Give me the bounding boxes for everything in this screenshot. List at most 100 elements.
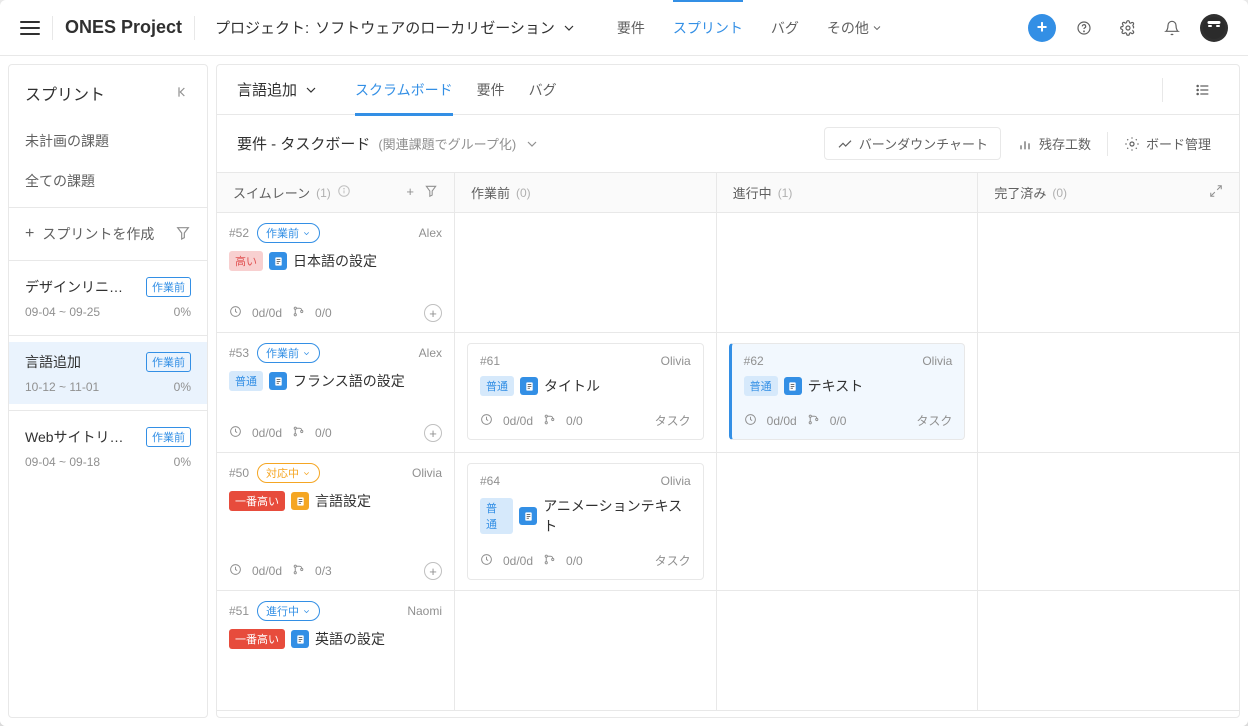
create-button[interactable]: + <box>1028 14 1056 42</box>
task-card[interactable]: #64Olivia 普通 アニメーションテキスト 0d/0d 0/0 タスク <box>467 463 704 580</box>
priority-badge: 一番高い <box>229 629 285 649</box>
bell-icon[interactable] <box>1156 12 1188 44</box>
sprint-progress: 0% <box>174 455 191 469</box>
board-settings-button[interactable]: ボード管理 <box>1116 128 1219 159</box>
lane-assignee: Alex <box>419 346 442 360</box>
lane-assignee: Alex <box>419 226 442 240</box>
card-assignee: Olivia <box>661 474 691 488</box>
status-pill[interactable]: 対応中 <box>257 463 320 483</box>
col-count: (1) <box>778 186 793 200</box>
sprint-progress: 0% <box>174 305 191 319</box>
gear-icon[interactable] <box>1112 12 1144 44</box>
card-title: タイトル <box>544 376 600 396</box>
nav-tab[interactable]: その他 <box>827 0 883 56</box>
priority-badge: 一番高い <box>229 491 285 511</box>
sprint-selector[interactable]: 言語追加 <box>237 79 319 100</box>
sidebar-item-all[interactable]: 全ての課題 <box>9 161 207 201</box>
add-card-button[interactable]: + <box>424 424 442 442</box>
card-type: タスク <box>916 412 952 429</box>
lane-id: #53 <box>229 346 249 360</box>
task-type-icon <box>519 507 537 525</box>
add-card-button[interactable]: + <box>424 304 442 322</box>
nav-tab[interactable]: 要件 <box>617 0 645 56</box>
lane-cell-done[interactable] <box>978 453 1239 590</box>
clock-icon <box>480 553 493 569</box>
lane-cell-inprogress[interactable] <box>717 453 979 590</box>
sprint-status: 作業前 <box>146 277 191 297</box>
lane-header[interactable]: #52 作業前 Alex 高い 日本語の設定 0d/0d 0/0 + <box>217 213 455 332</box>
col-label: 完了済み <box>994 183 1046 202</box>
chevron-down-icon[interactable] <box>524 136 540 152</box>
expand-icon[interactable] <box>1209 184 1223 201</box>
lane-cell-todo[interactable] <box>455 591 717 710</box>
divider <box>194 16 195 40</box>
sprint-card[interactable]: デザインリニュ… 作業前 09-04 ~ 09-25 0% <box>9 267 207 329</box>
sprint-selector-label: 言語追加 <box>237 79 297 100</box>
priority-badge: 高い <box>229 251 263 271</box>
bar-chart-icon <box>1017 136 1033 152</box>
branch-icon <box>543 553 556 569</box>
card-type: タスク <box>655 552 691 569</box>
help-icon[interactable] <box>1068 12 1100 44</box>
clock-icon <box>229 563 242 579</box>
sprint-card[interactable]: 言語追加 作業前 10-12 ~ 11-01 0% <box>9 342 207 404</box>
task-card[interactable]: #61Olivia 普通 タイトル 0d/0d 0/0 タスク <box>467 343 704 440</box>
task-type-icon <box>784 377 802 395</box>
sprint-name: 言語追加 <box>25 352 81 372</box>
lane-cell-inprogress[interactable] <box>717 213 979 332</box>
card-time: 0d/0d <box>767 414 797 428</box>
nav-tab[interactable]: スプリント <box>673 0 743 56</box>
lane-cell-todo[interactable] <box>455 213 717 332</box>
lane-cell-inprogress[interactable]: #62Olivia 普通 テキスト 0d/0d 0/0 タスク <box>717 333 979 452</box>
priority-badge: 普通 <box>744 376 778 396</box>
status-pill[interactable]: 進行中 <box>257 601 320 621</box>
col-count: (0) <box>516 186 531 200</box>
lane-cell-todo[interactable]: #61Olivia 普通 タイトル 0d/0d 0/0 タスク <box>455 333 717 452</box>
lane-cell-inprogress[interactable] <box>717 591 979 710</box>
main-tab[interactable]: スクラムボード <box>355 65 453 115</box>
add-card-button[interactable]: + <box>424 562 442 580</box>
task-card[interactable]: #62Olivia 普通 テキスト 0d/0d 0/0 タスク <box>729 343 966 440</box>
avatar[interactable] <box>1200 14 1228 42</box>
remaining-label: 残存工数 <box>1039 134 1091 153</box>
filter-icon[interactable] <box>175 225 191 244</box>
nav-tab[interactable]: バグ <box>771 0 799 56</box>
col-label: スイムレーン <box>233 183 310 202</box>
collapse-icon[interactable] <box>175 84 191 103</box>
sprint-card[interactable]: Webサイトリニ… 作業前 09-04 ~ 09-18 0% <box>9 417 207 479</box>
remaining-button[interactable]: 残存工数 <box>1009 128 1099 159</box>
burndown-button[interactable]: バーンダウンチャート <box>824 127 1001 160</box>
lane-header[interactable]: #50 対応中 Olivia 一番高い 言語設定 0d/0d 0/3 + <box>217 453 455 590</box>
lane-cell-done[interactable] <box>978 333 1239 452</box>
lane-time: 0d/0d <box>252 564 282 578</box>
status-pill[interactable]: 作業前 <box>257 343 320 363</box>
task-type-icon <box>269 372 287 390</box>
filter-icon[interactable] <box>424 184 438 201</box>
lane-header[interactable]: #51 進行中 Naomi 一番高い 英語の設定 <box>217 591 455 710</box>
lane-time: 0d/0d <box>252 306 282 320</box>
lane-header[interactable]: #53 作業前 Alex 普通 フランス語の設定 0d/0d 0/0 + <box>217 333 455 452</box>
card-time: 0d/0d <box>503 554 533 568</box>
list-view-icon[interactable] <box>1187 74 1219 106</box>
lane-cell-done[interactable] <box>978 213 1239 332</box>
lane-cell-todo[interactable]: #64Olivia 普通 アニメーションテキスト 0d/0d 0/0 タスク <box>455 453 717 590</box>
main-tabs: 言語追加 スクラムボード要件バグ <box>217 65 1239 115</box>
main-tab[interactable]: 要件 <box>477 65 505 115</box>
sidebar-item-unplanned[interactable]: 未計画の課題 <box>9 121 207 161</box>
app-window: ONES Project プロジェクト: ソフトウェアのローカリゼーション 要件… <box>0 0 1248 726</box>
lane-cell-done[interactable] <box>978 591 1239 710</box>
card-assignee: Olivia <box>922 354 952 368</box>
create-sprint-button[interactable]: + スプリントを作成 <box>9 214 207 254</box>
add-icon[interactable]: + <box>406 184 414 201</box>
lane-subtasks: 0/0 <box>315 306 332 320</box>
board-header: 要件 - タスクボード (関連課題でグループ化) バーンダウンチャート 残存工数… <box>217 115 1239 173</box>
board-title: 要件 - タスクボード <box>237 133 370 154</box>
info-icon[interactable] <box>337 184 351 201</box>
swimlane-row: #53 作業前 Alex 普通 フランス語の設定 0d/0d 0/0 + #61… <box>217 333 1239 453</box>
menu-icon[interactable] <box>20 18 40 38</box>
main-tab[interactable]: バグ <box>529 65 557 115</box>
status-pill[interactable]: 作業前 <box>257 223 320 243</box>
sprint-dates: 09-04 ~ 09-18 <box>25 455 100 469</box>
divider <box>1162 78 1163 102</box>
project-selector[interactable]: プロジェクト: ソフトウェアのローカリゼーション <box>215 17 577 38</box>
